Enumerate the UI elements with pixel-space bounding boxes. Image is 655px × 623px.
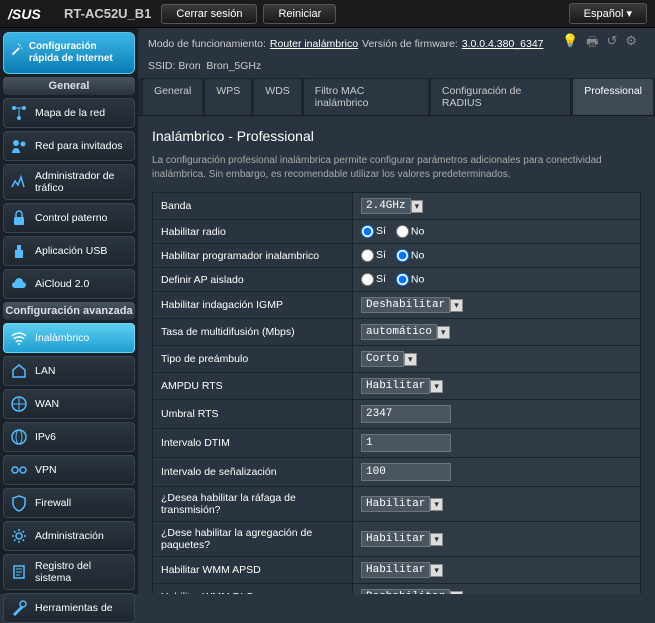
sidebar-header-general: General xyxy=(3,77,135,95)
network-map-icon xyxy=(10,104,28,122)
sched-no[interactable] xyxy=(396,249,409,262)
sidebar-item-lan[interactable]: LAN xyxy=(3,356,135,386)
header: /SUS RT-AC52U_B1 Cerrar sesión Reiniciar… xyxy=(0,0,655,28)
band-select[interactable]: 2.4GHz xyxy=(361,198,411,214)
tab-radius[interactable]: Configuración de RADIUS xyxy=(430,78,571,115)
mcast-select[interactable]: automático xyxy=(361,324,437,340)
tab-bar: General WPS WDS Filtro MAC inalámbrico C… xyxy=(138,78,655,116)
logout-button[interactable]: Cerrar sesión xyxy=(161,4,257,24)
home-icon xyxy=(10,362,28,380)
ap-no[interactable] xyxy=(396,273,409,286)
dropdown-arrow-icon[interactable]: ▾ xyxy=(411,200,424,213)
reboot-button[interactable]: Reiniciar xyxy=(263,4,336,24)
sidebar-item-firewall[interactable]: Firewall xyxy=(3,488,135,518)
burst-select[interactable]: Habilitar xyxy=(361,496,430,512)
sidebar-item-parental-control[interactable]: Control paterno xyxy=(3,203,135,233)
sidebar-item-network-map[interactable]: Mapa de la red xyxy=(3,98,135,128)
beacon-input[interactable] xyxy=(361,463,451,481)
dtim-input[interactable] xyxy=(361,434,451,452)
sidebar-item-wireless[interactable]: Inalámbrico xyxy=(3,323,135,353)
sidebar-item-wan[interactable]: WAN xyxy=(3,389,135,419)
firmware-link[interactable]: 3.0.0.4.380_6347 xyxy=(462,38,544,50)
rts-input[interactable] xyxy=(361,405,451,423)
ampdu-select[interactable]: Habilitar xyxy=(361,378,430,394)
status-icon-2: 🖶 xyxy=(586,33,598,55)
preamble-select[interactable]: Corto xyxy=(361,351,404,367)
model-name: RT-AC52U_B1 xyxy=(64,6,151,21)
status-icon-4: ⚙ xyxy=(625,33,637,55)
sidebar-item-guest-network[interactable]: Red para invitados xyxy=(3,131,135,161)
guest-icon xyxy=(10,137,28,155)
globe-icon xyxy=(10,395,28,413)
sidebar-item-syslog[interactable]: Registro del sistema xyxy=(3,554,135,590)
log-icon xyxy=(10,563,28,581)
sched-yes[interactable] xyxy=(361,249,374,262)
main-panel: Modo de funcionamiento: Router inalámbri… xyxy=(138,28,655,594)
page-desc: La configuración profesional inalámbrica… xyxy=(152,154,641,182)
shield-icon xyxy=(10,494,28,512)
settings-table: Banda2.4GHz▾ Habilitar radioSíNo Habilit… xyxy=(152,192,641,594)
apsd-select[interactable]: Habilitar xyxy=(361,562,430,578)
agg-select[interactable]: Habilitar xyxy=(361,531,430,547)
sidebar-item-ipv6[interactable]: IPv6 xyxy=(3,422,135,452)
sidebar-item-vpn[interactable]: VPN xyxy=(3,455,135,485)
tools-icon xyxy=(10,599,28,617)
ssid-link[interactable]: Bron xyxy=(178,60,200,72)
tab-general[interactable]: General xyxy=(142,78,203,115)
op-mode-link[interactable]: Router inalámbrico xyxy=(270,38,358,50)
sidebar-item-usb-app[interactable]: Aplicación USB xyxy=(3,236,135,266)
ipv6-icon xyxy=(10,428,28,446)
usb-icon xyxy=(10,242,28,260)
tab-professional[interactable]: Professional xyxy=(572,78,654,115)
gear-icon xyxy=(10,527,28,545)
status-icon-1: 💡 xyxy=(562,33,578,55)
dls-select[interactable]: Deshabilitar xyxy=(361,589,450,594)
sidebar-item-aicloud[interactable]: AiCloud 2.0 xyxy=(3,269,135,299)
quick-setup-button[interactable]: Configuración rápida de Internet xyxy=(3,32,135,74)
ssid-5g-link[interactable]: Bron_5GHz xyxy=(206,60,261,72)
traffic-icon xyxy=(10,173,28,191)
status-icon-3: ↺ xyxy=(606,33,617,55)
tab-wps[interactable]: WPS xyxy=(204,78,252,115)
logo: /SUS xyxy=(0,6,60,22)
sidebar: Configuración rápida de Internet General… xyxy=(0,28,138,594)
language-select[interactable]: Español ▾ xyxy=(569,3,647,24)
sidebar-header-advanced: Configuración avanzada xyxy=(3,302,135,320)
cloud-icon xyxy=(10,275,28,293)
page-title: Inalámbrico - Professional xyxy=(152,128,641,144)
radio-yes[interactable] xyxy=(361,225,374,238)
tab-mac-filter[interactable]: Filtro MAC inalámbrico xyxy=(303,78,429,115)
igmp-select[interactable]: Deshabilitar xyxy=(361,297,450,313)
radio-no[interactable] xyxy=(396,225,409,238)
magic-wand-icon xyxy=(10,43,23,63)
sidebar-item-admin[interactable]: Administración xyxy=(3,521,135,551)
lock-icon xyxy=(10,209,28,227)
wifi-icon xyxy=(10,329,28,347)
ap-yes[interactable] xyxy=(361,273,374,286)
sidebar-item-traffic-manager[interactable]: Administrador de tráfico xyxy=(3,164,135,200)
sidebar-item-tools[interactable]: Herramientas de xyxy=(3,593,135,623)
vpn-icon xyxy=(10,461,28,479)
tab-wds[interactable]: WDS xyxy=(253,78,302,115)
